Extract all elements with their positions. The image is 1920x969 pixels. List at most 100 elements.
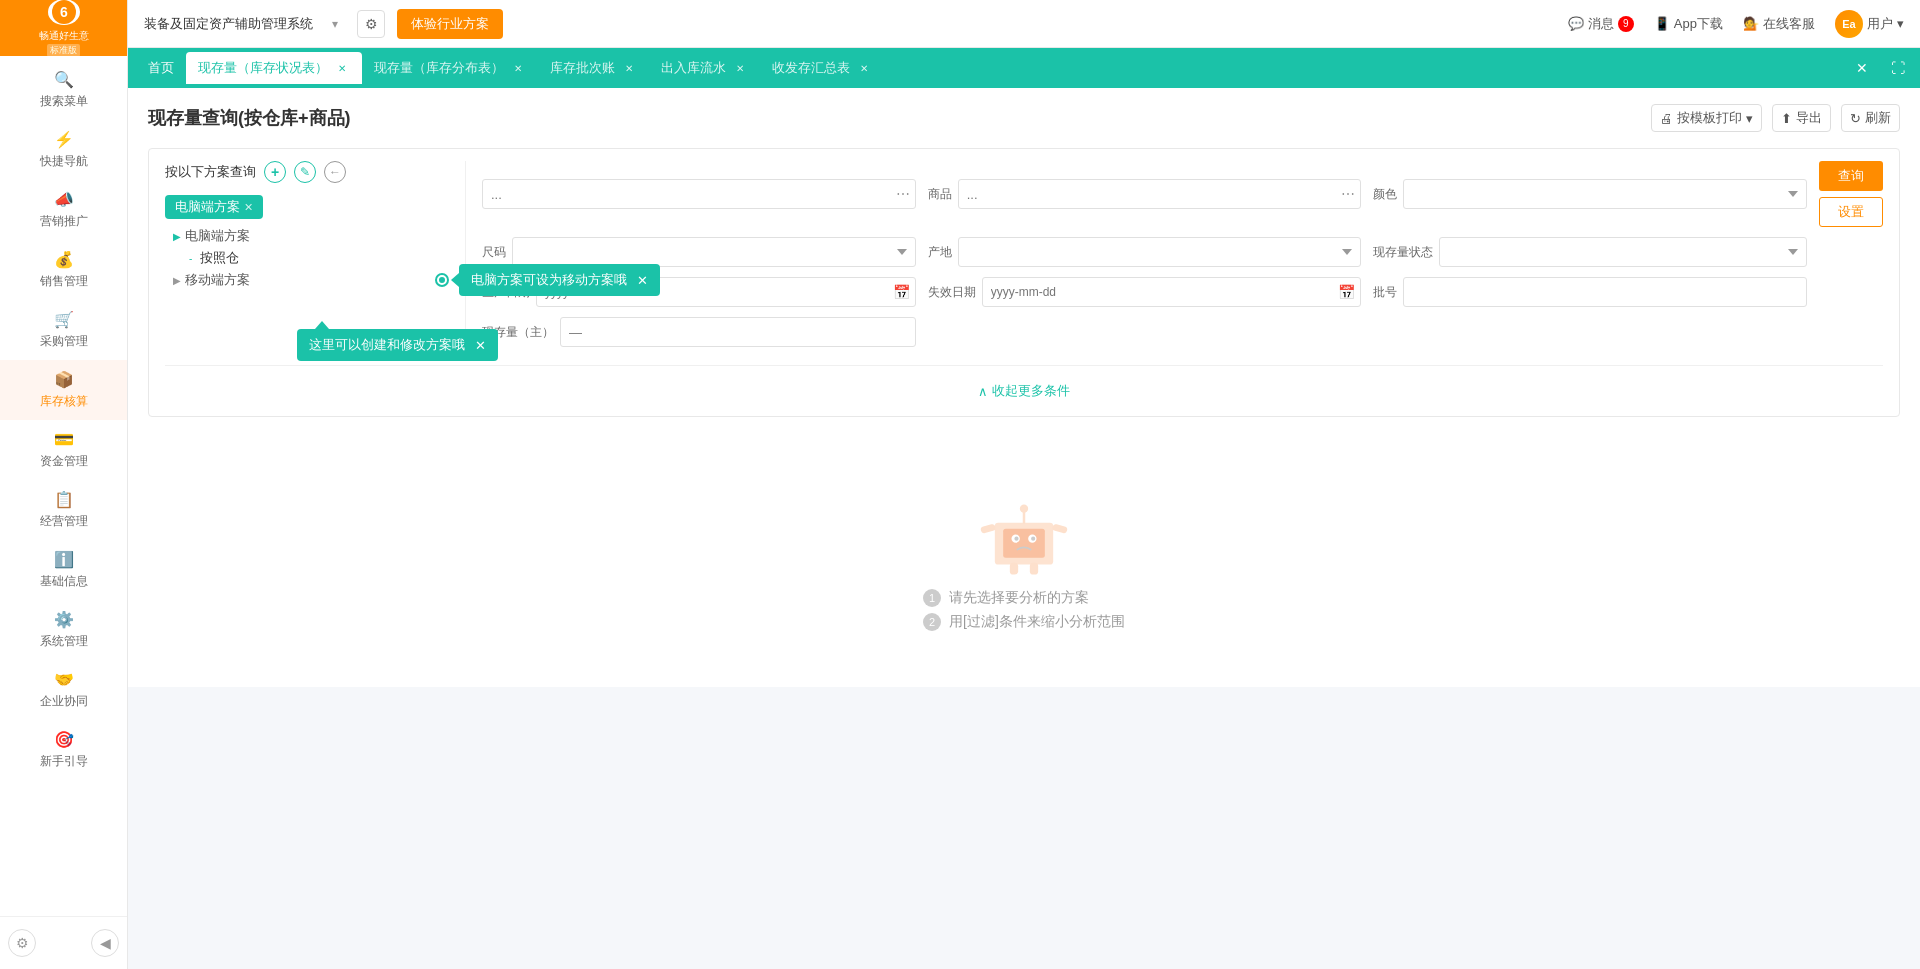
tab-close-icon[interactable]: ✕ bbox=[621, 60, 637, 76]
settings-icon[interactable]: ⚙ bbox=[8, 929, 36, 957]
tab-stock-dist[interactable]: 现存量（库存分布表） ✕ bbox=[362, 52, 538, 84]
search-btns: 查询 设置 bbox=[1819, 161, 1883, 227]
collapse-sidebar-icon[interactable]: ◀ bbox=[91, 929, 119, 957]
refresh-btn[interactable]: ↻ 刷新 bbox=[1841, 104, 1900, 132]
sidebar-item-marketing[interactable]: 📣 营销推广 bbox=[0, 180, 127, 240]
color-select[interactable] bbox=[1403, 179, 1807, 209]
app-icon: 📱 bbox=[1654, 16, 1670, 31]
scheme-tag-close-icon[interactable]: ✕ bbox=[244, 201, 253, 214]
sidebar-item-basic-info[interactable]: ℹ️ 基础信息 bbox=[0, 540, 127, 600]
stock-main-input[interactable] bbox=[560, 317, 916, 347]
tab-close-icon[interactable]: ✕ bbox=[856, 60, 872, 76]
scheme-tooltip-close-icon[interactable]: ✕ bbox=[637, 273, 648, 288]
collapse-btn[interactable]: ∧ 收起更多条件 bbox=[165, 374, 1883, 404]
filter-label: 按以下方案查询 bbox=[165, 163, 256, 181]
reset-btn[interactable]: 设置 bbox=[1819, 197, 1883, 227]
tab-close-all-icon[interactable]: ✕ bbox=[1848, 54, 1876, 82]
sidebar: 6 畅通好生意 标准版 🔍 搜索菜单 ⚡ 快捷导航 📣 营销推广 💰 销售管理 … bbox=[0, 0, 128, 969]
tip-num-2: 2 bbox=[923, 613, 941, 631]
svg-rect-11 bbox=[1030, 563, 1038, 575]
sidebar-item-finance[interactable]: 💳 资金管理 bbox=[0, 420, 127, 480]
tab-fullscreen-icon[interactable]: ⛶ bbox=[1884, 54, 1912, 82]
sidebar-item-label: 基础信息 bbox=[40, 573, 88, 590]
warehouse-more-icon: ⋯ bbox=[896, 186, 910, 202]
filter-exp-date: 失效日期 📅 bbox=[928, 277, 1362, 307]
solution-btn[interactable]: 体验行业方案 bbox=[397, 9, 503, 39]
scheme-mobile-arrow: ▶ bbox=[173, 275, 181, 286]
empty-tips: 1 请先选择要分析的方案 2 用[过滤]条件来缩小分析范围 bbox=[923, 589, 1125, 631]
brand-icon: 6 bbox=[48, 0, 80, 25]
tab-close-icon[interactable]: ✕ bbox=[510, 60, 526, 76]
tabbar-right: ✕ ⛶ bbox=[1848, 54, 1912, 82]
finance-icon: 💳 bbox=[54, 430, 74, 449]
tab-close-icon[interactable]: ✕ bbox=[732, 60, 748, 76]
support-btn[interactable]: 💁 在线客服 bbox=[1743, 15, 1815, 33]
inventory-icon: 📦 bbox=[54, 370, 74, 389]
filter-row-3: 生产日期 📅 失效日期 bbox=[482, 277, 1883, 307]
sidebar-item-purchase[interactable]: 🛒 采购管理 bbox=[0, 300, 127, 360]
sidebar-item-system[interactable]: ⚙️ 系统管理 bbox=[0, 600, 127, 660]
sidebar-item-management[interactable]: 📋 经营管理 bbox=[0, 480, 127, 540]
user-menu-btn[interactable]: Ea 用户 ▾ bbox=[1835, 10, 1904, 38]
scheme-mobile[interactable]: ▶ 移动端方案 bbox=[165, 269, 465, 291]
svg-point-6 bbox=[1014, 537, 1018, 541]
tab-summary[interactable]: 收发存汇总表 ✕ bbox=[760, 52, 884, 84]
search-btn[interactable]: 查询 bbox=[1819, 161, 1883, 191]
exp-date-input[interactable] bbox=[982, 277, 1362, 307]
export-btn[interactable]: ⬆ 导出 bbox=[1772, 104, 1831, 132]
filter-add-btn[interactable]: + bbox=[264, 161, 286, 183]
tab-stock-dist-label: 现存量（库存分布表） bbox=[374, 59, 504, 77]
filter-row-2: 尺码 产地 bbox=[482, 237, 1883, 267]
message-label: 消息 bbox=[1588, 15, 1614, 33]
scheme-desktop-arrow: ▶ bbox=[173, 231, 181, 242]
scheme-tag[interactable]: 电脑端方案 ✕ bbox=[165, 195, 263, 219]
topbar-settings-icon[interactable]: ⚙ bbox=[357, 10, 385, 38]
tab-batch[interactable]: 库存批次账 ✕ bbox=[538, 52, 649, 84]
tab-close-icon[interactable]: ✕ bbox=[334, 60, 350, 76]
management-icon: 📋 bbox=[54, 490, 74, 509]
svg-rect-10 bbox=[1010, 563, 1018, 575]
mfg-date-calendar-icon[interactable]: 📅 bbox=[893, 284, 910, 300]
message-btn[interactable]: 💬 消息 9 bbox=[1568, 15, 1634, 33]
stock-status-select[interactable] bbox=[1439, 237, 1807, 267]
sidebar-item-search[interactable]: 🔍 搜索菜单 bbox=[0, 60, 127, 120]
tab-home-label: 首页 bbox=[148, 59, 174, 77]
template-print-label: 按模板打印 bbox=[1677, 109, 1742, 127]
tab-stock-status[interactable]: 现存量（库存状况表） ✕ bbox=[186, 52, 362, 84]
origin-select[interactable] bbox=[958, 237, 1362, 267]
product-input[interactable] bbox=[958, 179, 1362, 209]
scheme-tag-label: 电脑端方案 bbox=[175, 198, 240, 216]
tip-num-1: 1 bbox=[923, 589, 941, 607]
sidebar-item-quicknav[interactable]: ⚡ 快捷导航 bbox=[0, 120, 127, 180]
sidebar-bottom: ⚙ ◀ bbox=[0, 916, 127, 969]
tab-inout[interactable]: 出入库流水 ✕ bbox=[649, 52, 760, 84]
export-label: 导出 bbox=[1796, 109, 1822, 127]
filter-section: 按以下方案查询 + ✎ ← 电脑端方案 ✕ bbox=[148, 148, 1900, 417]
scheme-desktop[interactable]: ▶ 电脑端方案 bbox=[165, 225, 465, 247]
filter-row-4: 现存量（主） bbox=[482, 317, 1883, 347]
filter-arrow-btn[interactable]: ← bbox=[324, 161, 346, 183]
sidebar-item-label: 快捷导航 bbox=[40, 153, 88, 170]
scheme-tooltip-text: 电脑方案可设为移动方案哦 bbox=[471, 271, 627, 289]
app-download-btn[interactable]: 📱 App下载 bbox=[1654, 15, 1723, 33]
size-select[interactable] bbox=[512, 237, 916, 267]
sidebar-item-collaboration[interactable]: 🤝 企业协同 bbox=[0, 660, 127, 720]
exp-date-calendar-icon[interactable]: 📅 bbox=[1338, 284, 1355, 300]
template-print-btn[interactable]: 🖨 按模板打印 ▾ bbox=[1651, 104, 1762, 132]
sidebar-item-sales[interactable]: 💰 销售管理 bbox=[0, 240, 127, 300]
sidebar-item-guide[interactable]: 🎯 新手引导 bbox=[0, 720, 127, 780]
tab-stock-status-label: 现存量（库存状况表） bbox=[198, 59, 328, 77]
export-icon: ⬆ bbox=[1781, 111, 1792, 126]
warehouse-input[interactable] bbox=[482, 179, 916, 209]
batch-input[interactable] bbox=[1403, 277, 1807, 307]
user-dropdown-icon: ▾ bbox=[1897, 16, 1904, 31]
sidebar-item-inventory[interactable]: 📦 库存核算 bbox=[0, 360, 127, 420]
filter-edit-btn[interactable]: ✎ bbox=[294, 161, 316, 183]
system-dropdown-icon[interactable]: ▾ bbox=[325, 14, 345, 34]
svg-point-7 bbox=[1031, 537, 1035, 541]
tab-home[interactable]: 首页 bbox=[136, 52, 186, 84]
refresh-label: 刷新 bbox=[1865, 109, 1891, 127]
scheme-desktop-sub[interactable]: - 按照仓 bbox=[165, 247, 465, 269]
edit-tooltip-text: 这里可以创建和修改方案哦 bbox=[309, 336, 465, 354]
edit-tooltip-close-icon[interactable]: ✕ bbox=[475, 338, 486, 353]
